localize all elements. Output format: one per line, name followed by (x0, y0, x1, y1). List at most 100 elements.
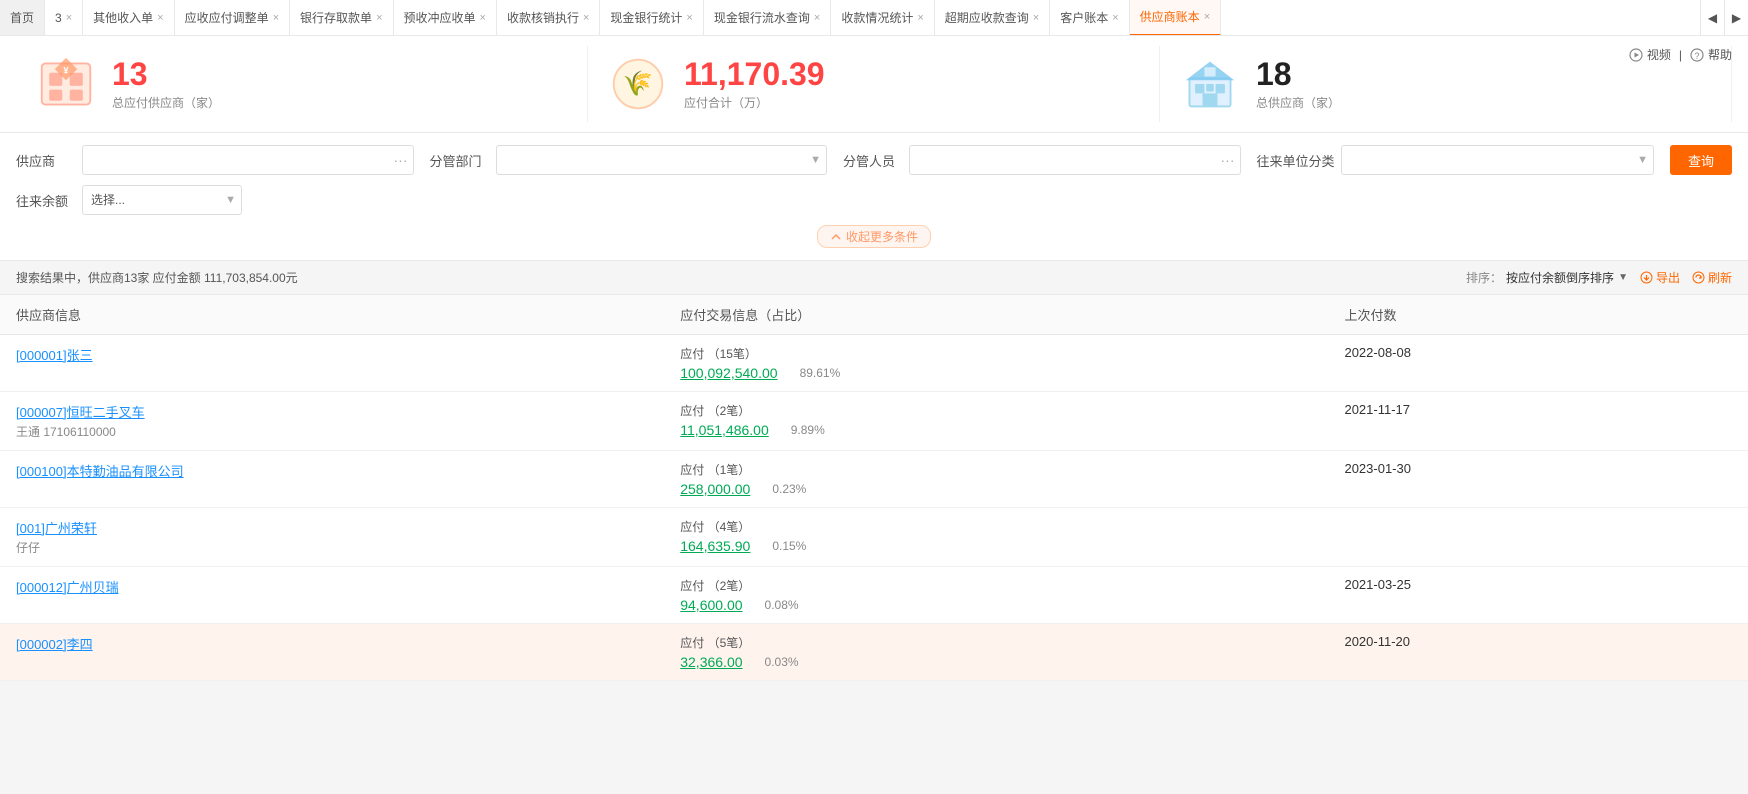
tab-collection-exec[interactable]: 收款核销执行 × (497, 0, 600, 36)
result-summary-text: 搜索结果中，供应商13家 应付金额 111,703,854.00元 (16, 269, 298, 286)
refresh-icon (1692, 271, 1705, 284)
tab-supplier-account[interactable]: 供应商账本 × (1130, 0, 1221, 36)
filter-balance-select[interactable]: 选择... (82, 185, 242, 215)
svg-text:¥: ¥ (63, 66, 69, 76)
supplier-link[interactable]: [000012]广州贝瑞 (16, 580, 119, 595)
tab-advance-charge[interactable]: 预收冲应收单 × (394, 0, 497, 36)
sort-down-icon[interactable]: ▼ (1618, 272, 1628, 283)
supplier-icon: ¥ (36, 54, 96, 114)
filter-category-select[interactable] (1341, 145, 1654, 175)
refresh-button[interactable]: 刷新 (1692, 269, 1732, 286)
person-dots-icon[interactable]: ··· (1221, 152, 1235, 168)
collapse-bar: 收起更多条件 (16, 225, 1732, 248)
shop-icon (1180, 54, 1240, 114)
filter-category-wrap: ▼ (1341, 145, 1654, 175)
payable-percentage: 0.03% (765, 655, 799, 669)
collapse-button[interactable]: 收起更多条件 (817, 225, 931, 248)
tab-other-income[interactable]: 其他收入单 × (83, 0, 174, 36)
last-payment-date (1328, 508, 1748, 567)
tab-overdue-query-label: 超期应收款查询 (945, 9, 1029, 26)
payable-count: 应付 （2笔） (680, 577, 1312, 594)
tab-cash-bank-flow-label: 现金银行流水查询 (714, 9, 810, 26)
payable-percentage: 0.15% (772, 539, 806, 553)
supplier-link[interactable]: [000007]恒旺二手叉车 (16, 405, 145, 420)
last-payment-date: 2021-11-17 (1328, 392, 1748, 451)
query-button[interactable]: 查询 (1670, 145, 1732, 175)
export-icon (1640, 271, 1653, 284)
close-tab-collection-stat[interactable]: × (917, 12, 923, 24)
filter-person-input[interactable] (909, 145, 1241, 175)
filter-balance: 往来余额 选择... ▼ (16, 185, 276, 215)
close-tab-cash-bank-stat[interactable]: × (686, 12, 692, 24)
supplier-link[interactable]: [001]广州荣轩 (16, 521, 97, 536)
close-tab-advance-charge[interactable]: × (480, 12, 486, 24)
tab-other-income-label: 其他收入单 (93, 9, 153, 26)
video-link[interactable]: 视频 (1629, 46, 1671, 63)
table-header-row: 供应商信息 应付交易信息（占比） 上次付数 (0, 295, 1748, 335)
nav-prev-btn[interactable]: ◀ (1700, 0, 1724, 36)
tab-collection-stat-label: 收款情况统计 (841, 9, 913, 26)
payable-amount-link[interactable]: 100,092,540.00 (680, 365, 777, 381)
sort-label: 排序： (1466, 269, 1502, 286)
close-tab-other-income[interactable]: × (157, 12, 163, 24)
filter-row-2: 往来余额 选择... ▼ (16, 185, 1732, 215)
tab-collection-exec-label: 收款核销执行 (507, 9, 579, 26)
payable-amount-link[interactable]: 94,600.00 (680, 597, 742, 613)
tab-collection-stat[interactable]: 收款情况统计 × (831, 0, 934, 36)
close-tab-supplier-account[interactable]: × (1204, 11, 1210, 23)
filter-dept-wrap: ▼ (496, 145, 828, 175)
payable-count: 应付 （5笔） (680, 634, 1312, 651)
filter-supplier-input[interactable] (82, 145, 414, 175)
payable-amount-link[interactable]: 32,366.00 (680, 654, 742, 670)
tab-customer-account[interactable]: 客户账本 × (1050, 0, 1129, 36)
close-tab-payable-adjust[interactable]: × (273, 12, 279, 24)
filter-person-label: 分管人员 (843, 151, 903, 170)
close-tab-collection-exec[interactable]: × (583, 12, 589, 24)
payable-percentage: 0.08% (765, 598, 799, 612)
last-payment-date: 2023-01-30 (1328, 451, 1748, 508)
help-link[interactable]: ? 帮助 (1690, 46, 1732, 63)
last-payment-date: 2022-08-08 (1328, 335, 1748, 392)
table-row: [000002]李四应付 （5笔）32,366.000.03%2020-11-2… (0, 624, 1748, 681)
close-tab-cash-bank-flow[interactable]: × (814, 12, 820, 24)
tab-cash-bank-stat[interactable]: 现金银行统计 × (600, 0, 703, 36)
payable-amount-link[interactable]: 11,051,486.00 (680, 422, 769, 438)
tab-payable-adjust[interactable]: 应收应付调整单 × (175, 0, 290, 36)
supplier-link[interactable]: [000002]李四 (16, 637, 93, 652)
filter-dept-select[interactable] (496, 145, 828, 175)
filter-dept: 分管部门 ▼ (430, 145, 828, 175)
svg-text:?: ? (1694, 51, 1699, 61)
payable-amount-link[interactable]: 164,635.90 (680, 538, 750, 554)
tab-t3-label: 3 (55, 11, 62, 25)
links-divider: | (1679, 48, 1682, 62)
filter-person-wrap: ··· (909, 145, 1241, 175)
supplier-dots-icon[interactable]: ··· (394, 152, 408, 168)
tab-home-label: 首页 (10, 9, 34, 26)
close-tab-overdue-query[interactable]: × (1033, 12, 1039, 24)
supplier-link[interactable]: [000001]张三 (16, 348, 93, 363)
supplier-table: 供应商信息 应付交易信息（占比） 上次付数 [000001]张三应付 （15笔）… (0, 295, 1748, 681)
filter-category: 往来单位分类 ▼ (1257, 145, 1655, 175)
nav-next-btn[interactable]: ▶ (1724, 0, 1748, 36)
export-button[interactable]: 导出 (1640, 269, 1680, 286)
close-tab-bank-deposit[interactable]: × (376, 12, 382, 24)
tab-cash-bank-flow[interactable]: 现金银行流水查询 × (704, 0, 831, 36)
payable-amount-link[interactable]: 258,000.00 (680, 481, 750, 497)
tab-overdue-query[interactable]: 超期应收款查询 × (935, 0, 1050, 36)
tab-bank-deposit[interactable]: 银行存取款单 × (290, 0, 393, 36)
tab-home[interactable]: 首页 (0, 0, 45, 36)
payable-count: 应付 （4笔） (680, 518, 1312, 535)
supplier-sub-info: 仔仔 (16, 539, 648, 556)
tab-t3[interactable]: 3 × (45, 0, 83, 36)
filter-area: 供应商 ··· 分管部门 ▼ 分管人员 ··· (0, 133, 1748, 261)
close-tab-customer-account[interactable]: × (1112, 12, 1118, 24)
table-row: [000007]恒旺二手叉车王通 17106110000应付 （2笔）11,05… (0, 392, 1748, 451)
card1-label: 总应付供应商（家） (112, 94, 220, 111)
sort-value[interactable]: 按应付余额倒序排序 (1506, 269, 1614, 286)
close-tab-t3[interactable]: × (66, 12, 72, 24)
filter-supplier-label: 供应商 (16, 151, 76, 170)
collapse-icon (830, 231, 842, 243)
result-actions: 排序： 按应付余额倒序排序 ▼ 导出 刷新 (1466, 269, 1732, 286)
supplier-link[interactable]: [000100]本特勤油品有限公司 (16, 464, 184, 479)
table-row: [000001]张三应付 （15笔）100,092,540.0089.61%20… (0, 335, 1748, 392)
